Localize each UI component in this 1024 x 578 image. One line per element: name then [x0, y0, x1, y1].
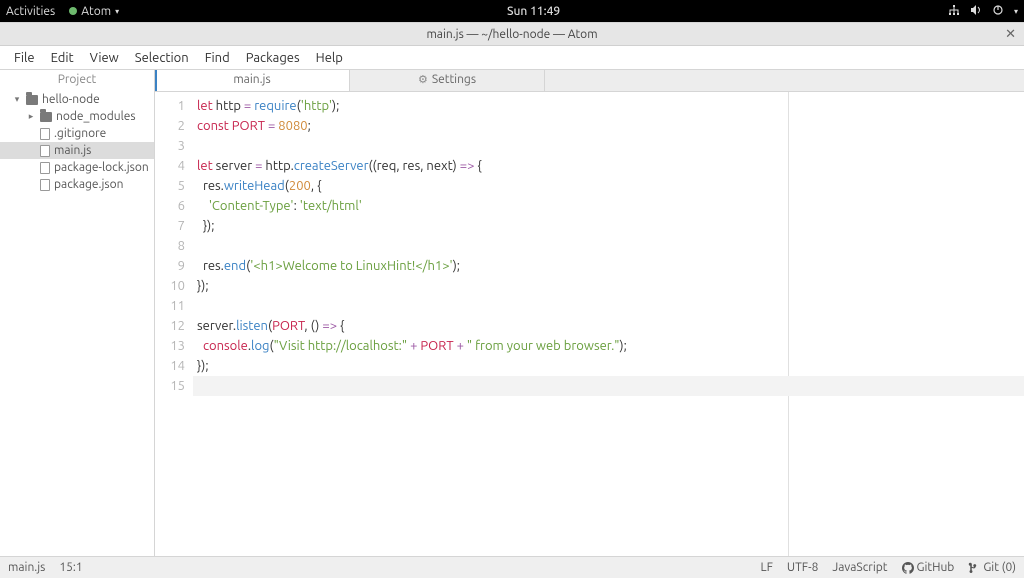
- gnome-top-bar: Activities Atom ▾ Sun 11:49 ▾: [0, 0, 1024, 22]
- settings-icon: ⚙: [418, 74, 428, 86]
- code-line: [197, 376, 1024, 396]
- tree-folder-hello-node[interactable]: ▾ hello-node: [0, 91, 154, 108]
- menu-help[interactable]: Help: [308, 48, 351, 68]
- app-menu-label: Atom: [81, 5, 111, 18]
- code-line: [197, 236, 1024, 256]
- clock[interactable]: Sun 11:49: [119, 5, 948, 18]
- app-menu[interactable]: Atom ▾: [69, 5, 119, 18]
- line-number: 4: [155, 156, 185, 176]
- line-number: 14: [155, 356, 185, 376]
- status-github-label: GitHub: [917, 561, 955, 574]
- atom-menu-bar: FileEditViewSelectionFindPackagesHelp: [0, 46, 1024, 70]
- text-editor[interactable]: 123456789101112131415 let http = require…: [155, 92, 1024, 556]
- atom-app-icon: [69, 7, 77, 15]
- tree-file-main-js[interactable]: main.js: [0, 142, 154, 159]
- code-line: });: [197, 216, 1024, 236]
- folder-icon: [40, 112, 52, 122]
- tab-main-js[interactable]: main.js: [155, 70, 350, 91]
- tree-folder-node_modules[interactable]: ▸ node_modules: [0, 108, 154, 125]
- line-number: 2: [155, 116, 185, 136]
- github-icon: [902, 562, 914, 574]
- code-line: console.log("Visit http://localhost:" + …: [197, 336, 1024, 356]
- folder-icon: [26, 95, 38, 105]
- volume-icon[interactable]: [970, 4, 982, 19]
- tree-item-label: package-lock.json: [54, 161, 149, 174]
- file-icon: [40, 179, 50, 191]
- menu-edit[interactable]: Edit: [43, 48, 82, 68]
- file-icon: [40, 162, 50, 174]
- tree-item-label: node_modules: [56, 110, 136, 123]
- sidebar-title: Project: [0, 70, 154, 89]
- file-tree: ▾ hello-node ▸ node_modules .gitignore main.j…: [0, 89, 154, 556]
- code-line: 'Content-Type': 'text/html': [197, 196, 1024, 216]
- tree-file-package-lock-json[interactable]: package-lock.json: [0, 159, 154, 176]
- code-area[interactable]: let http = require('http');const PORT = …: [193, 92, 1024, 556]
- menu-selection[interactable]: Selection: [127, 48, 197, 68]
- chevron-down-icon: ▾: [1014, 7, 1018, 16]
- line-number: 11: [155, 296, 185, 316]
- window-titlebar: main.js — ~/hello-node — Atom ✕: [0, 22, 1024, 46]
- status-git[interactable]: Git (0): [968, 561, 1016, 574]
- gutter: 123456789101112131415: [155, 92, 193, 556]
- status-encoding[interactable]: UTF-8: [787, 561, 818, 574]
- tree-item-label: hello-node: [42, 93, 100, 106]
- line-number: 12: [155, 316, 185, 336]
- status-git-label: Git (0): [983, 561, 1016, 574]
- line-number: 8: [155, 236, 185, 256]
- status-github[interactable]: GitHub: [902, 561, 955, 574]
- tab-label: Settings: [432, 73, 476, 86]
- project-sidebar: Project ▾ hello-node ▸ node_modules .gitigno…: [0, 70, 155, 556]
- code-line: const PORT = 8080;: [197, 116, 1024, 136]
- tree-file-package-json[interactable]: package.json: [0, 176, 154, 193]
- close-icon[interactable]: ✕: [1005, 27, 1016, 42]
- file-icon: [40, 145, 50, 157]
- line-number: 9: [155, 256, 185, 276]
- code-line: });: [197, 276, 1024, 296]
- tree-item-label: .gitignore: [54, 127, 106, 140]
- status-cursor[interactable]: 15:1: [59, 561, 82, 574]
- tab-settings[interactable]: ⚙ Settings: [350, 70, 545, 91]
- power-icon[interactable]: [992, 4, 1004, 19]
- menu-view[interactable]: View: [82, 48, 127, 68]
- line-number: 10: [155, 276, 185, 296]
- code-line: [197, 136, 1024, 156]
- line-number: 7: [155, 216, 185, 236]
- line-number: 15: [155, 376, 185, 396]
- code-line: res.end('<h1>Welcome to LinuxHint!</h1>'…: [197, 256, 1024, 276]
- chevron-icon: ▾: [12, 94, 22, 105]
- code-line: let server = http.createServer((req, res…: [197, 156, 1024, 176]
- status-grammar[interactable]: JavaScript: [832, 561, 887, 574]
- menu-file[interactable]: File: [6, 48, 43, 68]
- code-line: });: [197, 356, 1024, 376]
- status-bar: main.js 15:1 LF UTF-8 JavaScript GitHub …: [0, 556, 1024, 578]
- status-file[interactable]: main.js: [8, 561, 45, 574]
- activities-button[interactable]: Activities: [6, 5, 55, 18]
- tree-file--gitignore[interactable]: .gitignore: [0, 125, 154, 142]
- active-tab-indicator: [155, 70, 157, 91]
- menu-packages[interactable]: Packages: [238, 48, 308, 68]
- code-line: let http = require('http');: [197, 96, 1024, 116]
- menu-find[interactable]: Find: [197, 48, 238, 68]
- line-number: 1: [155, 96, 185, 116]
- code-line: res.writeHead(200, {: [197, 176, 1024, 196]
- tree-item-label: main.js: [54, 144, 91, 157]
- status-line-ending[interactable]: LF: [760, 561, 772, 574]
- git-branch-icon: [968, 562, 980, 574]
- line-number: 3: [155, 136, 185, 156]
- line-number: 13: [155, 336, 185, 356]
- tab-bar: main.js ⚙ Settings: [155, 70, 1024, 92]
- tab-label: main.js: [233, 73, 270, 86]
- tree-item-label: package.json: [54, 178, 123, 191]
- file-icon: [40, 128, 50, 140]
- code-line: [197, 296, 1024, 316]
- chevron-icon: ▸: [26, 111, 36, 122]
- line-number: 6: [155, 196, 185, 216]
- network-icon[interactable]: [948, 4, 960, 19]
- code-line: server.listen(PORT, () => {: [197, 316, 1024, 336]
- window-title: main.js — ~/hello-node — Atom: [426, 28, 597, 41]
- line-number: 5: [155, 176, 185, 196]
